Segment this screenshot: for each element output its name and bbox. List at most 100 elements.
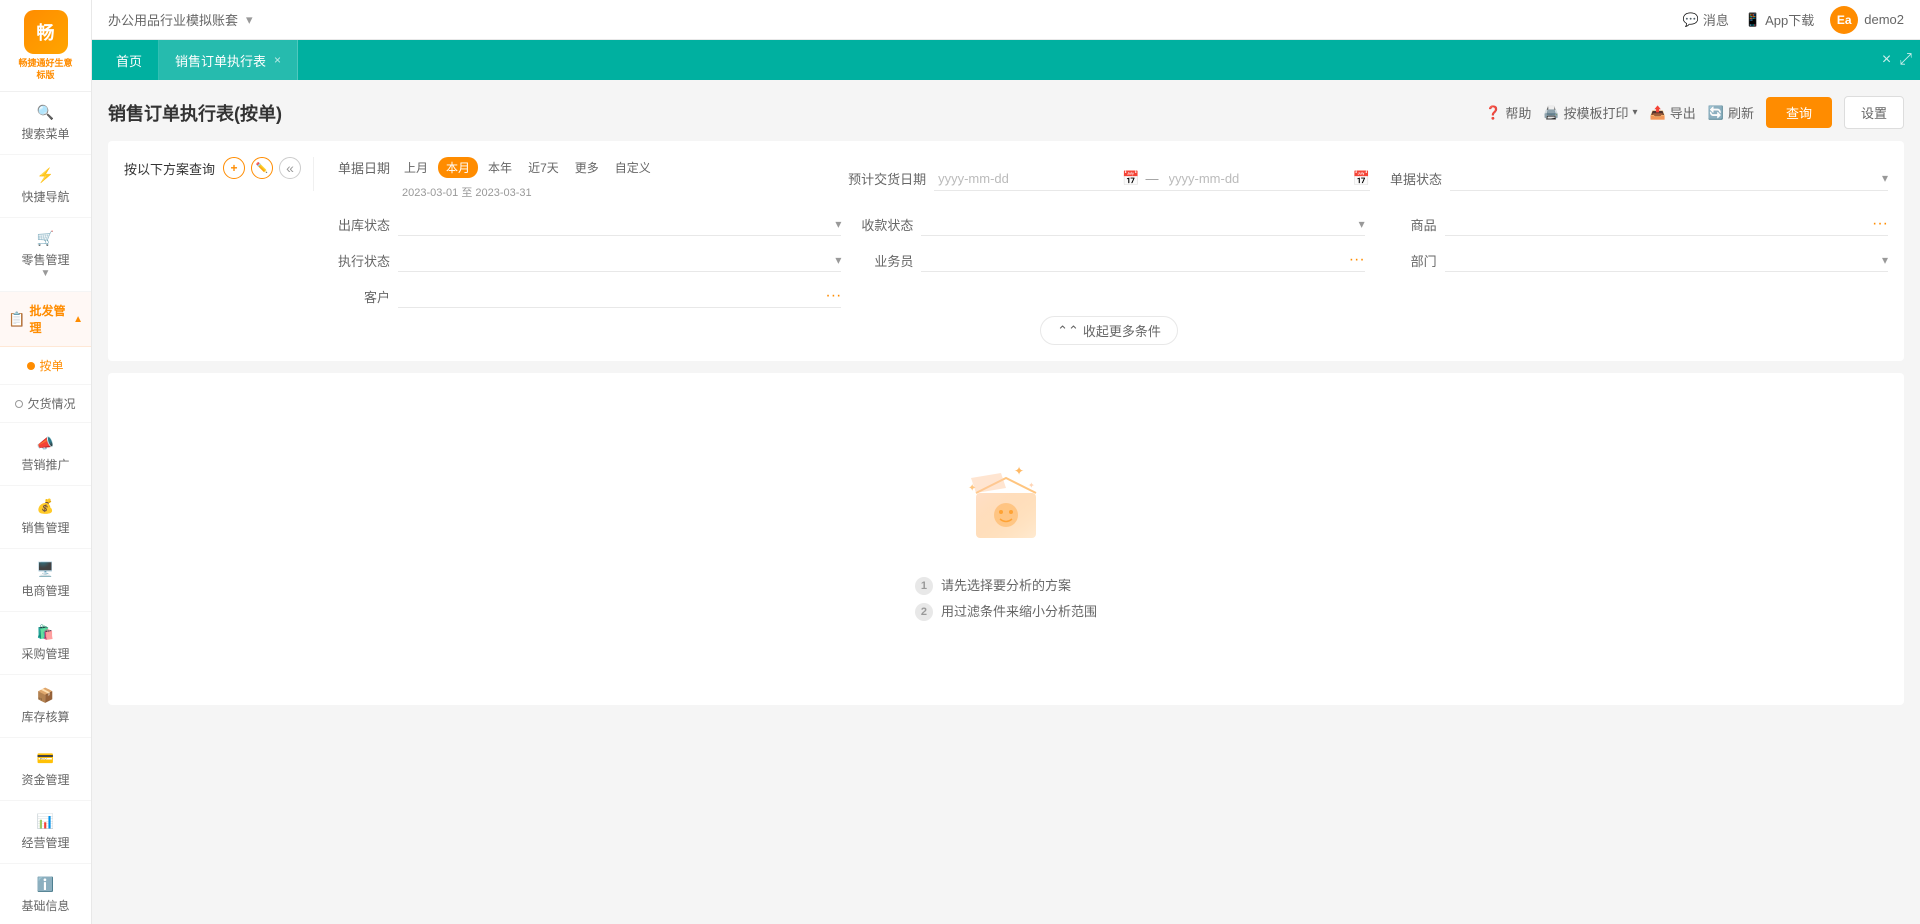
filter-row-4: 客户 ··· — [330, 284, 1888, 308]
calendar-end-icon[interactable]: 📅 — [1353, 170, 1370, 187]
sidebar-item-basic[interactable]: ℹ️ 基础信息 — [0, 864, 91, 924]
doc-status-dropdown-icon[interactable]: ▾ — [1882, 171, 1888, 185]
goods-input[interactable] — [1445, 212, 1872, 235]
date-tab-more[interactable]: 更多 — [569, 157, 605, 178]
main-area: 办公用品行业模拟账套 ▾ 💬 消息 📱 App下载 Ea demo2 — [92, 0, 1920, 924]
out-status-dropdown-icon[interactable]: ▾ — [835, 217, 841, 231]
add-plan-button[interactable]: + — [223, 157, 245, 179]
filter-content-wrap: 按以下方案查询 + ✏️ « — [124, 157, 1888, 345]
sidebar-item-marketing[interactable]: 📣 营销推广 — [0, 423, 91, 486]
purchase-icon: 🛍️ — [37, 624, 54, 641]
dept-input[interactable] — [1445, 248, 1882, 271]
sidebar-operations-label: 经营管理 — [21, 834, 69, 851]
dept-label: 部门 — [1377, 251, 1437, 270]
recv-status-dropdown-icon[interactable]: ▾ — [1359, 217, 1365, 231]
window-expand-button[interactable]: ⤢ — [1899, 51, 1912, 69]
empty-state-icon: ✦ ✦ ✦ — [956, 453, 1056, 553]
exec-status-input-wrap: ▾ — [398, 248, 841, 272]
exec-status-dropdown-icon[interactable]: ▾ — [835, 253, 841, 267]
tip-text-1: 请先选择要分析的方案 — [941, 573, 1071, 599]
page-header: 销售订单执行表(按单) ❓ 帮助 🖨️ 按模板打印 ▾ 📤 导出 — [108, 96, 1904, 129]
expected-date-label: 预计交货日期 — [848, 169, 926, 188]
expected-date-range: 📅 — 📅 — [934, 167, 1370, 191]
calendar-start-icon[interactable]: 📅 — [1122, 170, 1139, 187]
goods-label: 商品 — [1377, 215, 1437, 234]
customer-input[interactable] — [398, 284, 825, 307]
edit-plan-button[interactable]: ✏️ — [251, 157, 273, 179]
filter-plan-section: 按以下方案查询 + ✏️ « — [124, 157, 314, 191]
filter-empty-col-2 — [853, 284, 1364, 308]
sidebar-item-inventory[interactable]: 📦 库存核算 — [0, 675, 91, 738]
customer-label: 客户 — [330, 287, 390, 306]
window-close-button[interactable]: × — [1882, 51, 1891, 69]
download-icon: 📱 — [1745, 12, 1761, 28]
salesperson-input[interactable] — [921, 248, 1348, 271]
sidebar-item-purchase[interactable]: 🛍️ 采购管理 — [0, 612, 91, 675]
date-tab-this-year[interactable]: 本年 — [482, 157, 518, 178]
sidebar-item-sales[interactable]: 💰 销售管理 — [0, 486, 91, 549]
empty-state: ✦ ✦ ✦ 1 请先选择要分析的方案 2 用过滤条 — [108, 373, 1904, 705]
sidebar-item-quicknav[interactable]: ⚡ 快捷导航 — [0, 155, 91, 218]
dept-dropdown-icon[interactable]: ▾ — [1882, 253, 1888, 267]
sidebar-item-wholesale[interactable]: 📋 批发管理 ▲ — [0, 292, 91, 347]
user-profile-button[interactable]: Ea demo2 — [1830, 6, 1904, 34]
salesperson-more-icon[interactable]: ··· — [1349, 251, 1365, 269]
sidebar-item-operations[interactable]: 📊 经营管理 — [0, 801, 91, 864]
wholesale-icon: 📋 — [8, 311, 25, 328]
topbar: 办公用品行业模拟账套 ▾ 💬 消息 📱 App下载 Ea demo2 — [92, 0, 1920, 40]
tip-num-2: 2 — [915, 603, 933, 621]
message-button[interactable]: 💬 消息 — [1683, 10, 1729, 29]
doc-status-input-wrap: ▾ — [1450, 167, 1888, 191]
user-name: demo2 — [1864, 12, 1904, 27]
sales-icon: 💰 — [37, 498, 54, 515]
basic-icon: ℹ️ — [37, 876, 54, 893]
doc-status-input[interactable] — [1450, 167, 1882, 190]
out-status-input[interactable] — [398, 212, 835, 235]
out-status-input-wrap: ▾ — [398, 212, 841, 236]
doc-status-label: 单据状态 — [1382, 169, 1442, 188]
app-logo[interactable]: 畅 畅捷通好生意 标版 — [0, 0, 91, 92]
dept-input-wrap: ▾ — [1445, 248, 1888, 272]
refresh-button[interactable]: 🔄 刷新 — [1708, 103, 1754, 122]
customer-input-wrap: ··· — [398, 284, 841, 308]
help-button[interactable]: ❓ 帮助 — [1485, 103, 1531, 122]
customer-more-icon[interactable]: ··· — [825, 287, 841, 305]
sidebar-item-finance[interactable]: 💳 资金管理 — [0, 738, 91, 801]
sidebar-item-retail[interactable]: 🛒 零售管理 ▼ — [0, 218, 91, 292]
recv-status-input[interactable] — [921, 212, 1358, 235]
export-icon: 📤 — [1650, 105, 1666, 121]
expected-date-start-wrap: 📅 — [934, 167, 1139, 190]
goods-more-icon[interactable]: ··· — [1872, 215, 1888, 233]
collapse-label: 收起更多条件 — [1083, 321, 1161, 340]
filter-field-expected-date: 预计交货日期 📅 — 📅 — [848, 157, 1370, 200]
tab-home[interactable]: 首页 — [100, 40, 159, 80]
recv-status-input-wrap: ▾ — [921, 212, 1364, 236]
collapse-button[interactable]: ⌃⌃ 收起更多条件 — [1040, 316, 1178, 345]
sidebar-search-label: 搜索菜单 — [21, 125, 69, 142]
expected-date-end[interactable] — [1165, 167, 1349, 190]
tabbar-actions: × ⤢ — [1882, 51, 1912, 69]
tab-sales-order[interactable]: 销售订单执行表 × — [159, 40, 298, 80]
settings-button[interactable]: 设置 — [1844, 96, 1904, 129]
expected-date-start[interactable] — [934, 167, 1118, 190]
app-download-button[interactable]: 📱 App下载 — [1745, 10, 1814, 29]
sidebar-item-ecommerce[interactable]: 🖥️ 电商管理 — [0, 549, 91, 612]
tab-close-icon[interactable]: × — [274, 53, 281, 67]
submenu-item-欠货情况[interactable]: 欠货情况 — [0, 385, 91, 423]
page-title: 销售订单执行表(按单) — [108, 100, 282, 126]
sidebar-item-search[interactable]: 🔍 搜索菜单 — [0, 92, 91, 155]
submenu-item-按单[interactable]: 按单 — [0, 347, 91, 385]
export-button[interactable]: 📤 导出 — [1650, 103, 1696, 122]
topbar-dropdown[interactable]: ▾ — [246, 12, 253, 28]
sidebar-ecommerce-label: 电商管理 — [21, 582, 69, 599]
collapse-up-icon: ⌃⌃ — [1057, 323, 1079, 339]
collapse-plan-button[interactable]: « — [279, 157, 301, 179]
print-button[interactable]: 🖨️ 按模板打印 ▾ — [1543, 103, 1637, 122]
filter-field-date: 单据日期 上月 本月 本年 近7天 更多 自定义 — [330, 157, 836, 200]
date-tab-7days[interactable]: 近7天 — [522, 157, 565, 178]
query-button[interactable]: 查询 — [1766, 97, 1832, 128]
date-tab-last-month[interactable]: 上月 — [398, 157, 434, 178]
date-tab-custom[interactable]: 自定义 — [609, 157, 657, 178]
exec-status-input[interactable] — [398, 248, 835, 271]
date-tab-this-month[interactable]: 本月 — [438, 157, 478, 178]
